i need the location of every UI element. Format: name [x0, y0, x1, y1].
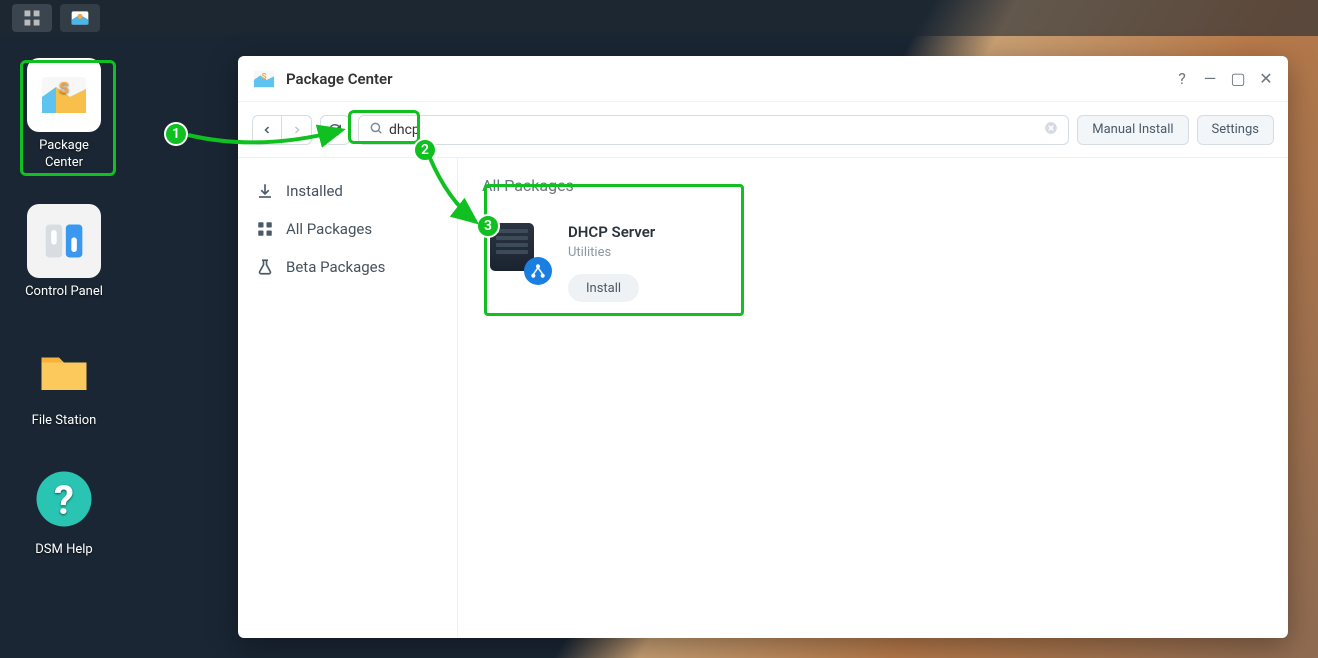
section-title: All Packages: [482, 176, 1264, 195]
package-center-window: S Package Center ? — ▢ ✕: [238, 56, 1288, 638]
beta-icon: [256, 258, 274, 276]
taskbar: [0, 0, 1318, 36]
desktop-icon-file-station[interactable]: File Station: [14, 333, 114, 430]
sidebar-item-label: Installed: [286, 182, 343, 200]
chevron-right-icon: [291, 124, 303, 136]
sidebar-item-all-packages[interactable]: All Packages: [244, 210, 451, 248]
desktop-icon-label: Control Panel: [25, 284, 103, 301]
file-station-icon: [27, 333, 101, 407]
network-overlay-icon: [524, 257, 552, 285]
close-button[interactable]: ✕: [1258, 69, 1274, 88]
annotation-badge-1: 1: [164, 122, 188, 146]
annotation-badge-2: 2: [413, 138, 437, 162]
desktop-icon-label: File Station: [32, 413, 97, 430]
settings-button[interactable]: Settings: [1197, 115, 1274, 145]
window-titlebar: S Package Center ? — ▢ ✕: [238, 56, 1288, 102]
taskbar-package-center-icon[interactable]: [60, 4, 100, 32]
package-center-icon: S: [27, 58, 101, 132]
package-category: Utilities: [568, 245, 655, 260]
clear-search-icon[interactable]: [1044, 120, 1058, 139]
manual-install-button[interactable]: Manual Install: [1077, 115, 1188, 145]
desktop-icon-control-panel[interactable]: Control Panel: [14, 204, 114, 301]
svg-text:S: S: [59, 78, 69, 97]
desktop-icons: S PackageCenter Control Panel File Stati…: [14, 58, 114, 558]
search-icon: [369, 120, 383, 139]
desktop-icon-label: PackageCenter: [39, 138, 89, 172]
grid-icon: [22, 8, 42, 28]
minimize-button[interactable]: —: [1202, 69, 1218, 88]
package-name: DHCP Server: [568, 223, 655, 241]
install-button[interactable]: Install: [568, 274, 639, 302]
sidebar-item-installed[interactable]: Installed: [244, 172, 451, 210]
window-body: Installed All Packages Beta Packages All…: [238, 158, 1288, 638]
refresh-icon: [328, 123, 342, 137]
window-controls: ? — ▢ ✕: [1174, 69, 1274, 88]
back-button[interactable]: [252, 115, 282, 145]
sidebar-item-beta-packages[interactable]: Beta Packages: [244, 248, 451, 286]
apps-grid-icon[interactable]: [12, 4, 52, 32]
content-area: All Packages DHCP Server Utilities Insta…: [458, 158, 1288, 638]
sidebar-item-label: All Packages: [286, 220, 372, 238]
sidebar: Installed All Packages Beta Packages: [238, 158, 458, 638]
desktop-icon-label: DSM Help: [35, 542, 92, 559]
help-button[interactable]: ?: [1174, 69, 1190, 88]
maximize-button[interactable]: ▢: [1230, 69, 1246, 88]
sidebar-item-label: Beta Packages: [286, 258, 385, 276]
svg-text:?: ?: [54, 477, 74, 524]
package-meta: DHCP Server Utilities Install: [568, 223, 655, 302]
chevron-left-icon: [261, 124, 273, 136]
toolbar: Manual Install Settings: [238, 102, 1288, 158]
control-panel-icon: [27, 204, 101, 278]
app-icon: S: [252, 67, 276, 91]
desktop-icon-dsm-help[interactable]: ? DSM Help: [14, 462, 114, 559]
desktop-icon-package-center[interactable]: S PackageCenter: [14, 58, 114, 172]
package-card[interactable]: DHCP Server Utilities Install: [482, 211, 732, 314]
refresh-button[interactable]: [320, 115, 350, 145]
search-box[interactable]: [358, 115, 1069, 145]
dsm-help-icon: ?: [27, 462, 101, 536]
download-icon: [256, 182, 274, 200]
package-center-small-icon: [70, 8, 90, 28]
nav-buttons: [252, 115, 312, 145]
grid-icon: [256, 220, 274, 238]
search-input[interactable]: [389, 122, 1044, 138]
forward-button[interactable]: [282, 115, 312, 145]
window-title: Package Center: [286, 70, 1174, 88]
svg-text:S: S: [261, 72, 266, 82]
annotation-badge-3: 3: [476, 214, 500, 238]
